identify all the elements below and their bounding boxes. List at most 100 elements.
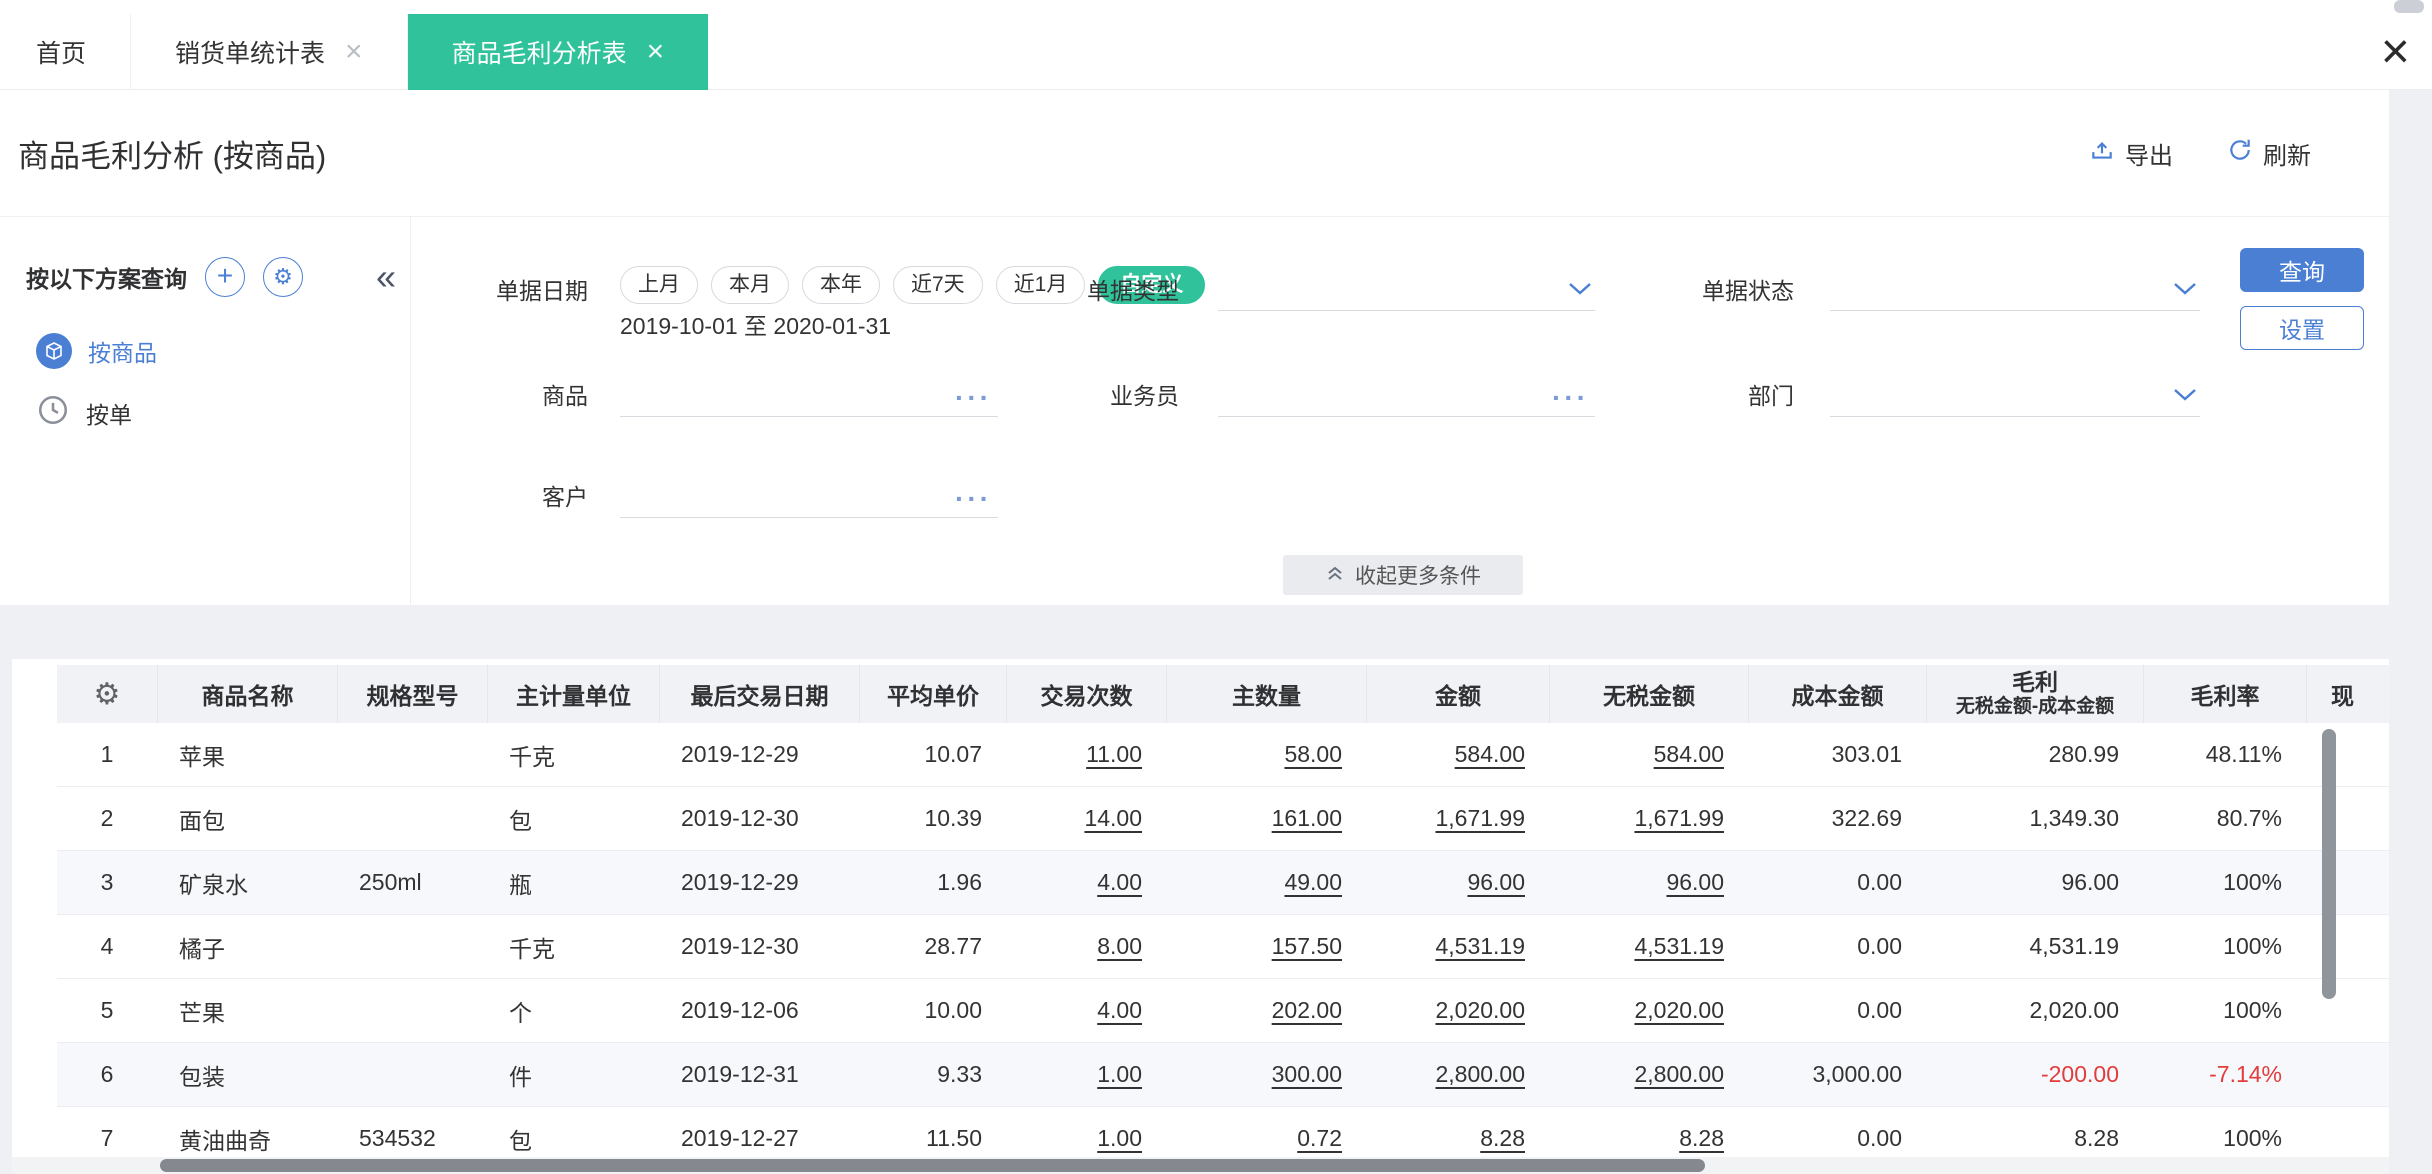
qty-link[interactable]: 202.00 [1272,997,1342,1024]
qty-link[interactable]: 49.00 [1284,869,1342,896]
qty-link[interactable]: 157.50 [1272,933,1342,960]
header-profit: 毛利 无税金额-成本金额 [1926,665,2143,723]
taxfree-link[interactable]: 584.00 [1654,741,1724,768]
cell-avg-price: 10.39 [924,805,982,831]
amount-link[interactable]: 4,531.19 [1435,933,1525,960]
cell-amount: 96.00 [1366,851,1549,914]
qty-link[interactable]: 300.00 [1272,1061,1342,1088]
taxfree-link[interactable]: 96.00 [1666,869,1724,896]
cell-unit: 包 [509,807,532,834]
tab-gross-profit[interactable]: 商品毛利分析表 × [407,14,709,90]
count-link[interactable]: 14.00 [1084,805,1142,832]
cell-qty: 58.00 [1166,723,1366,786]
horizontal-scrollbar-track [12,1157,2389,1174]
cell-last-date: 2019-12-30 [681,933,799,959]
qty-link[interactable]: 161.00 [1272,805,1342,832]
column-settings-button[interactable]: ⚙ [57,665,157,723]
taxfree-link[interactable]: 2,800.00 [1634,1061,1724,1088]
table-row[interactable]: 1 苹果 千克 2019-12-29 10.07 11.00 58.00 584… [57,723,2389,787]
doc-type-select[interactable] [1218,265,1595,311]
product-input[interactable]: ··· [620,371,998,417]
tab-home[interactable]: 首页 [0,14,132,90]
date-quick-this-month[interactable]: 本月 [711,266,789,304]
cell-profit: 2,020.00 [2029,997,2119,1023]
count-link[interactable]: 4.00 [1097,997,1142,1024]
horizontal-scrollbar[interactable] [160,1159,1705,1172]
table-row[interactable]: 6 包装 件 2019-12-31 9.33 1.00 300.00 2,800… [57,1043,2389,1107]
add-scheme-button[interactable]: + [205,257,245,297]
count-link[interactable]: 8.00 [1097,933,1142,960]
cell-taxfree: 2,800.00 [1549,1043,1748,1106]
cell-truncated [2306,787,2389,850]
salesman-input[interactable]: ··· [1218,371,1595,417]
cell-count: 4.00 [1006,851,1166,914]
table-row[interactable]: 2 面包 包 2019-12-30 10.39 14.00 161.00 1,6… [57,787,2389,851]
scheme-title: 按以下方案查询 [26,266,187,292]
tab-close-icon[interactable]: × [647,37,665,67]
ellipsis-icon[interactable]: ··· [1552,382,1589,414]
cell-last-date: 2019-12-06 [681,997,799,1023]
scheme-item-by-product[interactable]: 按商品 [36,333,157,369]
refresh-button[interactable]: 刷新 [2227,136,2311,171]
tab-sales-stats[interactable]: 销货单统计表 × [131,14,408,90]
ellipsis-icon[interactable]: ··· [955,382,992,414]
amount-link[interactable]: 96.00 [1467,869,1525,896]
settings-button[interactable]: 设置 [2240,306,2364,350]
taxfree-link[interactable]: 4,531.19 [1634,933,1724,960]
department-select[interactable] [1830,371,2200,417]
qty-link[interactable]: 0.72 [1297,1125,1342,1152]
count-link[interactable]: 1.00 [1097,1125,1142,1152]
table-row[interactable]: 5 芒果 个 2019-12-06 10.00 4.00 202.00 2,02… [57,979,2389,1043]
window-close-icon[interactable]: × [2381,26,2410,76]
tab-close-icon[interactable]: × [345,37,363,67]
page-scrollbar[interactable] [2394,0,2424,13]
ellipsis-icon[interactable]: ··· [955,483,992,515]
qty-link[interactable]: 58.00 [1284,741,1342,768]
amount-link[interactable]: 584.00 [1455,741,1525,768]
date-quick-last-month[interactable]: 上月 [620,266,698,304]
count-link[interactable]: 4.00 [1097,869,1142,896]
scheme-settings-button[interactable]: ⚙ [263,257,303,297]
amount-link[interactable]: 1,671.99 [1435,805,1525,832]
date-range-value[interactable]: 2019-10-01 至 2020-01-31 [620,307,891,341]
cell-count: 1.00 [1006,1043,1166,1106]
taxfree-link[interactable]: 2,020.00 [1634,997,1724,1024]
cell-spec [337,979,487,1042]
cell-product-name: 芒果 [179,999,225,1026]
salesman-filter-label: 业务员 [1110,383,1179,409]
table-row[interactable]: 4 橘子 千克 2019-12-30 28.77 8.00 157.50 4,5… [57,915,2389,979]
taxfree-link[interactable]: 8.28 [1679,1125,1724,1152]
count-link[interactable]: 1.00 [1097,1061,1142,1088]
date-quick-this-year[interactable]: 本年 [802,266,880,304]
cell-margin: 100% [2223,997,2282,1023]
cell-last-date: 2019-12-30 [681,805,799,831]
taxfree-link[interactable]: 1,671.99 [1634,805,1724,832]
cell-unit: 个 [509,999,532,1026]
count-link[interactable]: 11.00 [1086,741,1142,768]
doc-status-select[interactable] [1830,265,2200,311]
date-quick-7-days[interactable]: 近7天 [893,266,983,304]
export-button[interactable]: 导出 [2089,136,2173,171]
clock-icon [36,393,70,433]
amount-link[interactable]: 2,800.00 [1435,1061,1525,1088]
amount-link[interactable]: 8.28 [1480,1125,1525,1152]
collapse-panel-icon[interactable]: « [376,259,396,295]
cell-profit: 96.00 [2061,869,2119,895]
cell-spec [337,787,487,850]
customer-input[interactable]: ··· [620,472,998,518]
plus-icon: + [216,259,234,291]
cell-spec [337,1043,487,1106]
table-row[interactable]: 3 矿泉水 250ml 瓶 2019-12-29 1.96 4.00 49.00… [57,851,2389,915]
query-button[interactable]: 查询 [2240,248,2364,292]
cell-margin: -7.14% [2209,1061,2282,1087]
tab-sales-stats-label: 销货单统计表 [175,40,326,68]
gear-icon: ⚙ [93,677,121,711]
vertical-scrollbar[interactable] [2322,729,2336,999]
scheme-item-by-order[interactable]: 按单 [36,393,132,433]
amount-link[interactable]: 2,020.00 [1435,997,1525,1024]
cell-qty: 161.00 [1166,787,1366,850]
collapse-conditions-button[interactable]: 收起更多条件 [1283,555,1523,595]
header-product-name: 商品名称 [157,665,337,723]
cell-cost: 0.00 [1857,933,1902,959]
cell-last-date: 2019-12-29 [681,741,799,767]
